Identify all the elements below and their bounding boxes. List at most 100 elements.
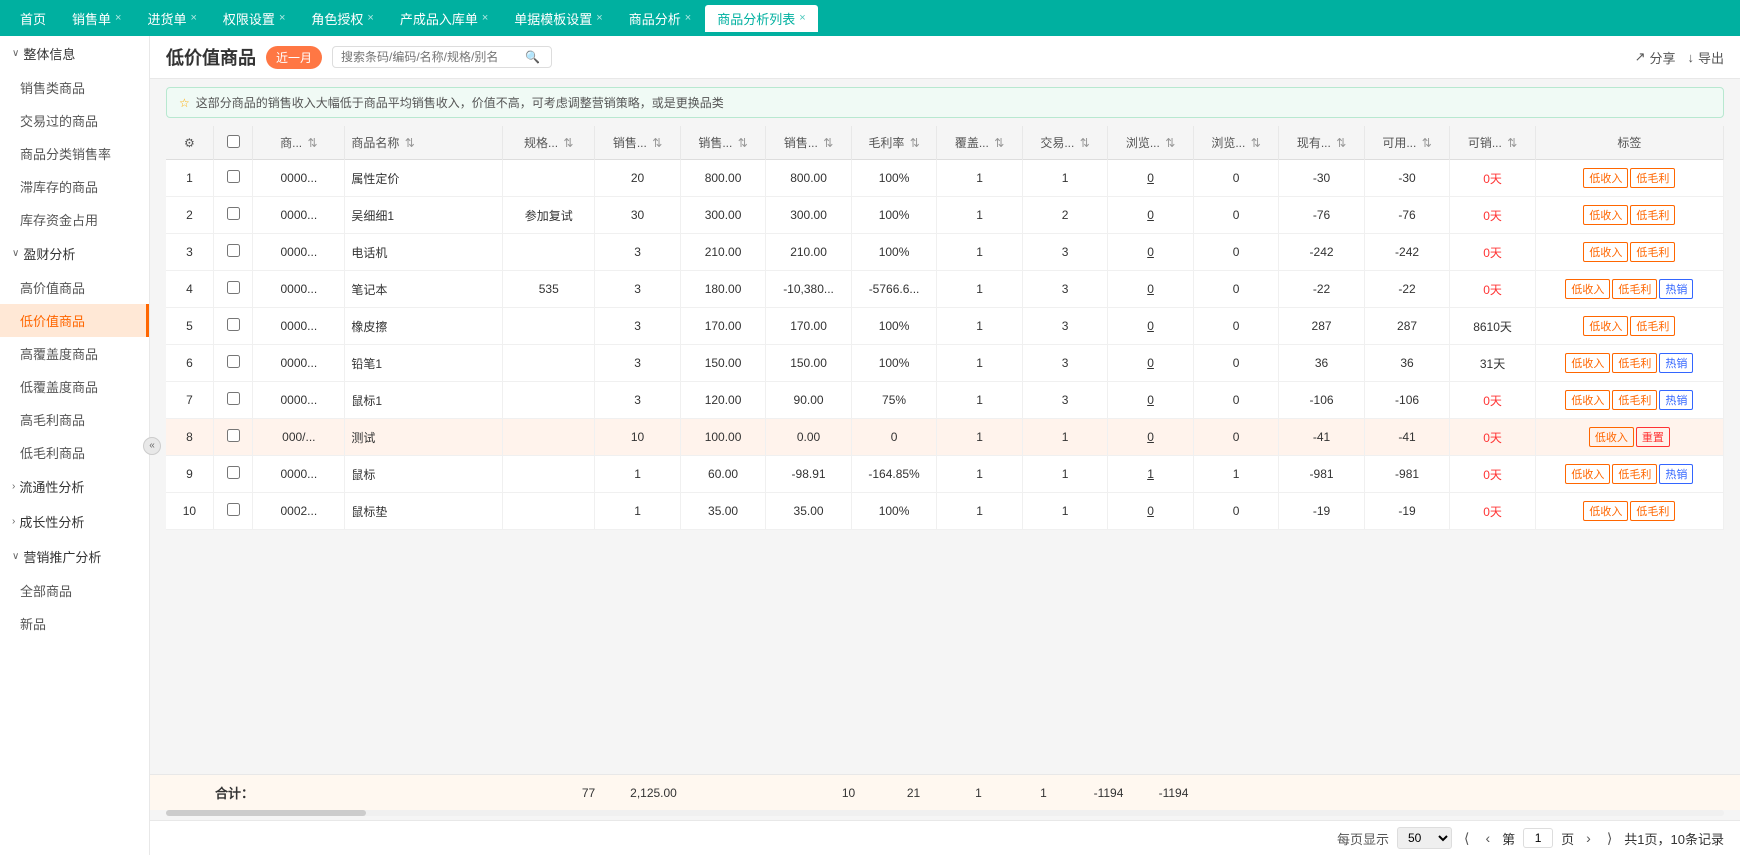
scroll-thumb[interactable] (166, 810, 366, 816)
horizontal-scrollbar[interactable] (166, 810, 1724, 816)
sidebar-item-low-margin[interactable]: 低毛利商品 (0, 436, 149, 469)
sidebar-item-low-coverage[interactable]: 低覆盖度商品 (0, 370, 149, 403)
close-icon[interactable]: × (596, 12, 602, 24)
th-code[interactable]: 商... ⇅ (253, 126, 345, 160)
pv1[interactable]: 0 (1108, 493, 1194, 530)
th-sales-amount[interactable]: 销售... ⇅ (680, 126, 766, 160)
pv-link[interactable]: 0 (1147, 171, 1154, 185)
sidebar-item-slow-products[interactable]: 滞库存的商品 (0, 170, 149, 203)
row-checkbox-cell[interactable] (213, 493, 252, 530)
share-button[interactable]: ↗ 分享 (1635, 48, 1676, 67)
th-pv1[interactable]: 浏览... ⇅ (1108, 126, 1194, 160)
close-icon[interactable]: × (685, 12, 691, 24)
pv1[interactable]: 0 (1108, 234, 1194, 271)
th-checkbox[interactable] (213, 126, 252, 160)
search-input[interactable] (341, 50, 521, 64)
export-button[interactable]: ↓ 导出 (1687, 48, 1724, 67)
nav-product-analysis-list[interactable]: 商品分析列表 × (705, 5, 817, 32)
close-icon[interactable]: × (279, 12, 285, 24)
sidebar-item-category-rate[interactable]: 商品分类销售率 (0, 137, 149, 170)
th-name[interactable]: 商品名称 ⇅ (345, 126, 503, 160)
page-next-button[interactable]: › (1582, 828, 1595, 848)
pv1[interactable]: 0 (1108, 382, 1194, 419)
th-sales-profit[interactable]: 销售... ⇅ (766, 126, 852, 160)
sidebar-item-high-value[interactable]: 高价值商品 (0, 271, 149, 304)
th-coverage[interactable]: 覆盖... ⇅ (937, 126, 1023, 160)
page-input[interactable] (1523, 828, 1553, 848)
row-checkbox-cell[interactable] (213, 271, 252, 308)
pv1[interactable]: 0 (1108, 197, 1194, 234)
sidebar-group-growth[interactable]: › 成长性分析 (0, 504, 149, 539)
nav-sales[interactable]: 销售单 × (60, 5, 133, 32)
pv-link[interactable]: 0 (1147, 393, 1154, 407)
row-checkbox-cell[interactable] (213, 345, 252, 382)
sidebar-item-sales-products[interactable]: 销售类商品 (0, 71, 149, 104)
row-checkbox[interactable] (227, 392, 240, 405)
sidebar-group-profit[interactable]: ∨ 盈财分析 (0, 236, 149, 271)
pv-link[interactable]: 1 (1147, 467, 1154, 481)
th-pv2[interactable]: 浏览... ⇅ (1193, 126, 1279, 160)
row-checkbox[interactable] (227, 318, 240, 331)
page-last-button[interactable]: ⟩ (1603, 828, 1616, 849)
th-margin-rate[interactable]: 毛利率 ⇅ (851, 126, 937, 160)
sidebar-item-traded-products[interactable]: 交易过的商品 (0, 104, 149, 137)
row-checkbox[interactable] (227, 429, 240, 442)
sidebar-item-high-coverage[interactable]: 高覆盖度商品 (0, 337, 149, 370)
row-checkbox[interactable] (227, 207, 240, 220)
row-checkbox[interactable] (227, 170, 240, 183)
row-checkbox[interactable] (227, 244, 240, 257)
row-checkbox-cell[interactable] (213, 419, 252, 456)
page-size-select[interactable]: 50 100 (1397, 827, 1452, 849)
row-checkbox-cell[interactable] (213, 160, 252, 197)
close-icon[interactable]: × (367, 12, 373, 24)
sidebar-item-low-value[interactable]: 低价值商品 (0, 304, 149, 337)
th-trade-count[interactable]: 交易... ⇅ (1022, 126, 1108, 160)
pv1[interactable]: 0 (1108, 308, 1194, 345)
close-icon[interactable]: × (799, 12, 805, 24)
row-checkbox[interactable] (227, 466, 240, 479)
th-sales-qty[interactable]: 销售... ⇅ (595, 126, 681, 160)
page-first-button[interactable]: ⟨ (1460, 828, 1473, 849)
pv-link[interactable]: 0 (1147, 319, 1154, 333)
th-settings[interactable]: ⚙ (166, 126, 213, 160)
row-checkbox-cell[interactable] (213, 382, 252, 419)
pv1[interactable]: 0 (1108, 345, 1194, 382)
close-icon[interactable]: × (482, 12, 488, 24)
pv-link[interactable]: 0 (1147, 356, 1154, 370)
pv-link[interactable]: 0 (1147, 504, 1154, 518)
sidebar-collapse-button[interactable]: « (143, 437, 161, 455)
th-available-stock[interactable]: 可用... ⇅ (1364, 126, 1450, 160)
sidebar-group-marketing[interactable]: ∨ 营销推广分析 (0, 539, 149, 574)
nav-home[interactable]: 首页 (8, 5, 58, 32)
page-prev-button[interactable]: ‹ (1481, 828, 1494, 848)
pv-link[interactable]: 0 (1147, 430, 1154, 444)
close-icon[interactable]: × (190, 12, 196, 24)
sidebar-item-new-products[interactable]: 新品 (0, 607, 149, 640)
table-container[interactable]: ⚙ 商... ⇅ 商品名称 ⇅ 规格... ⇅ 销售... ⇅ 销售... ⇅ … (150, 126, 1740, 774)
th-sellable-stock[interactable]: 可销... ⇅ (1450, 126, 1536, 160)
sidebar-item-high-margin[interactable]: 高毛利商品 (0, 403, 149, 436)
row-checkbox[interactable] (227, 281, 240, 294)
row-checkbox-cell[interactable] (213, 234, 252, 271)
sidebar-item-inventory-capital[interactable]: 库存资金占用 (0, 203, 149, 236)
th-current-stock[interactable]: 现有... ⇅ (1279, 126, 1365, 160)
nav-templates[interactable]: 单据模板设置 × (502, 5, 614, 32)
pv-link[interactable]: 0 (1147, 282, 1154, 296)
select-all-checkbox[interactable] (227, 135, 240, 148)
nav-products[interactable]: 产成品入库单 × (388, 5, 500, 32)
filter-button[interactable]: 近一月 (266, 46, 322, 69)
close-icon[interactable]: × (115, 12, 121, 24)
row-checkbox[interactable] (227, 355, 240, 368)
nav-roles[interactable]: 角色授权 × (299, 5, 385, 32)
row-checkbox-cell[interactable] (213, 308, 252, 345)
pv-link[interactable]: 0 (1147, 208, 1154, 222)
nav-product-analysis[interactable]: 商品分析 × (617, 5, 703, 32)
sidebar-item-all-products[interactable]: 全部商品 (0, 574, 149, 607)
pv1[interactable]: 1 (1108, 456, 1194, 493)
pv1[interactable]: 0 (1108, 271, 1194, 308)
sidebar-group-overall[interactable]: ∨ 整体信息 (0, 36, 149, 71)
row-checkbox-cell[interactable] (213, 197, 252, 234)
pv-link[interactable]: 0 (1147, 245, 1154, 259)
th-spec[interactable]: 规格... ⇅ (503, 126, 595, 160)
row-checkbox-cell[interactable] (213, 456, 252, 493)
